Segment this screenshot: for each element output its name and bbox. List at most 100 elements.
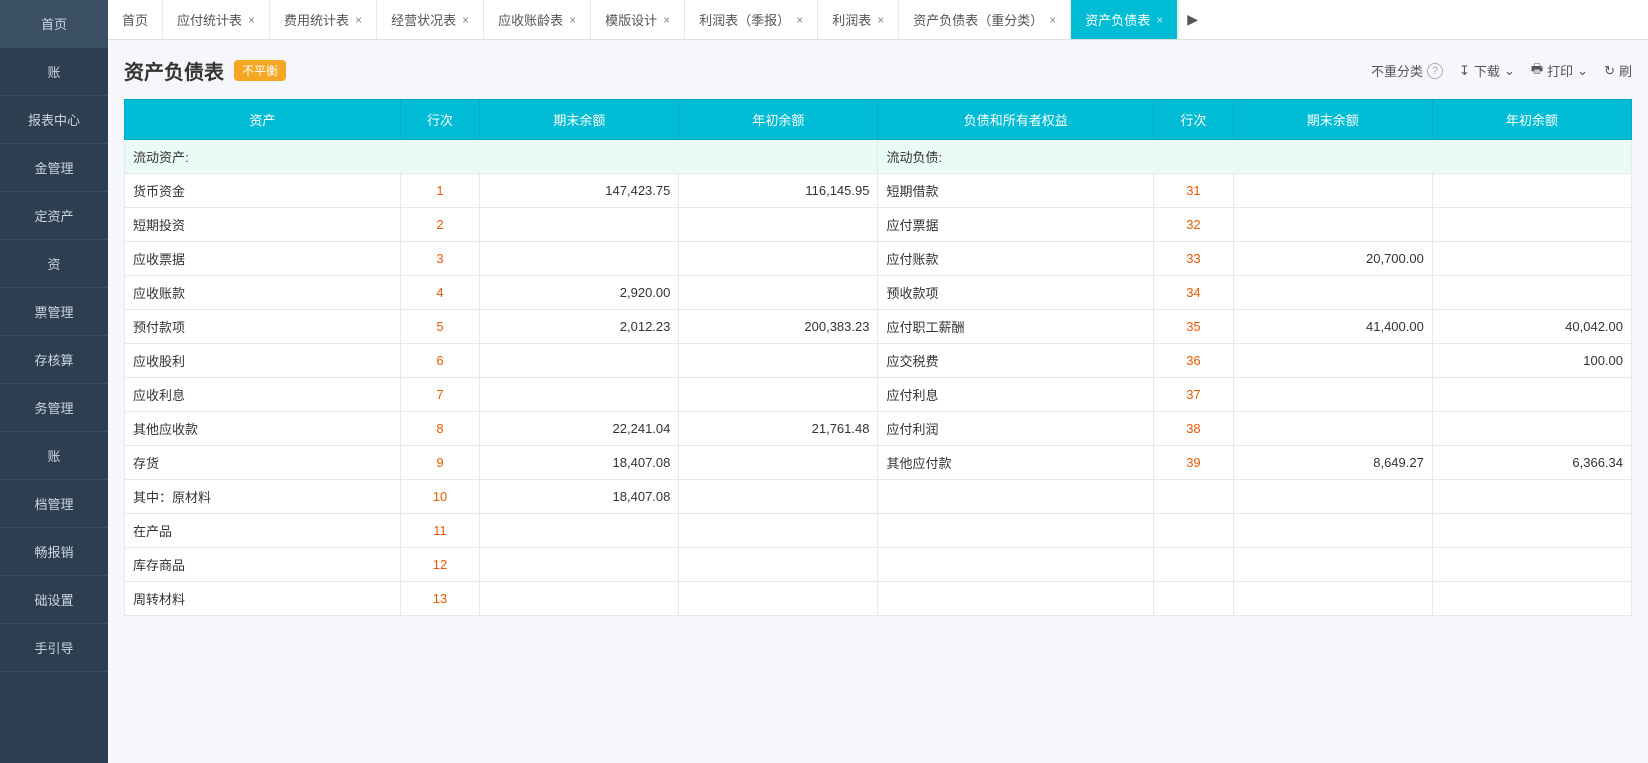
year-begin2: 100.00 xyxy=(1432,344,1631,378)
row-num: 5 xyxy=(400,310,480,344)
table-row: 在产品 11 xyxy=(125,514,1632,548)
period-end: 2,920.00 xyxy=(480,276,679,310)
period-end xyxy=(480,582,679,616)
period-end: 18,407.08 xyxy=(480,480,679,514)
sidebar-item-settings[interactable]: 础设置 xyxy=(0,576,108,624)
period-end2 xyxy=(1233,208,1432,242)
year-begin2 xyxy=(1432,412,1631,446)
sidebar-item-expense[interactable]: 畅报销 xyxy=(0,528,108,576)
sidebar-item-fixed-assets[interactable]: 定资产 xyxy=(0,192,108,240)
close-tab-profit-quarterly[interactable]: × xyxy=(796,13,803,27)
asset-label: 应收账款 xyxy=(125,276,401,310)
liability-label: 其他应付款 xyxy=(878,446,1154,480)
sidebar-item-tax[interactable]: 务管理 xyxy=(0,384,108,432)
print-icon: 🖶 xyxy=(1531,60,1543,82)
tab-home[interactable]: 首页 xyxy=(108,0,163,39)
download-chevron-icon: ⌄ xyxy=(1504,63,1515,79)
year-begin xyxy=(679,242,878,276)
asset-label: 存货 xyxy=(125,446,401,480)
table-row: 存货 9 18,407.08 其他应付款 39 8,649.27 6,366.3… xyxy=(125,446,1632,480)
row-num2: 37 xyxy=(1154,378,1234,412)
tab-template-design[interactable]: 模版设计× xyxy=(591,0,685,39)
row-num2: 34 xyxy=(1154,276,1234,310)
sidebar-item-guide[interactable]: 手引导 xyxy=(0,624,108,672)
sidebar-item-account[interactable]: 账 xyxy=(0,432,108,480)
tab-balance-reclassified[interactable]: 资产负债表（重分类）× xyxy=(899,0,1071,39)
row-num: 10 xyxy=(400,480,480,514)
sidebar-item-fund[interactable]: 金管理 xyxy=(0,144,108,192)
period-end xyxy=(480,208,679,242)
sidebar-item-inventory[interactable]: 存核算 xyxy=(0,336,108,384)
content-area: 资产负债表 不平衡 不重分类 ? ↧ 下载 ⌄ 🖶 打印 ⌄ xyxy=(108,40,1648,763)
year-begin2 xyxy=(1432,174,1631,208)
table-row: 应收账款 4 2,920.00 预收款项 34 xyxy=(125,276,1632,310)
close-tab-profit[interactable]: × xyxy=(877,13,884,27)
period-end2 xyxy=(1233,480,1432,514)
asset-label: 货币资金 xyxy=(125,174,401,208)
row-num: 13 xyxy=(400,582,480,616)
non-classify-help-icon[interactable]: ? xyxy=(1427,63,1443,79)
asset-label: 周转材料 xyxy=(125,582,401,616)
liability-label: 应付账款 xyxy=(878,242,1154,276)
table-row: 其中：原材料 10 18,407.08 xyxy=(125,480,1632,514)
row-num2: 31 xyxy=(1154,174,1234,208)
row-num2: 36 xyxy=(1154,344,1234,378)
liability-label: 预收款项 xyxy=(878,276,1154,310)
table-section-row: 流动资产: 流动负债: xyxy=(125,140,1632,174)
period-end xyxy=(480,344,679,378)
asset-label: 应收股利 xyxy=(125,344,401,378)
tab-scroll-right[interactable]: ▶ xyxy=(1178,0,1206,39)
tab-expense-stats[interactable]: 费用统计表× xyxy=(270,0,377,39)
row-num: 2 xyxy=(400,208,480,242)
row-num2 xyxy=(1154,548,1234,582)
sidebar: 首页 账 报表中心 金管理 定资产 资 票管理 存核算 务管理 账 档管理 畅报… xyxy=(0,0,108,763)
close-tab-payable-stats[interactable]: × xyxy=(248,13,255,27)
period-end xyxy=(480,514,679,548)
year-begin2 xyxy=(1432,378,1631,412)
tab-balance[interactable]: 资产负债表× xyxy=(1071,0,1178,39)
sidebar-item-archive[interactable]: 档管理 xyxy=(0,480,108,528)
asset-label: 在产品 xyxy=(125,514,401,548)
row-num: 1 xyxy=(400,174,480,208)
tab-profit[interactable]: 利润表× xyxy=(818,0,899,39)
sidebar-item-report-center[interactable]: 报表中心 xyxy=(0,96,108,144)
sidebar-item-home[interactable]: 首页 xyxy=(0,0,108,48)
download-button[interactable]: ↧ 下载 ⌄ xyxy=(1459,61,1515,80)
close-tab-template-design[interactable]: × xyxy=(663,13,670,27)
sidebar-item-bills[interactable]: 票管理 xyxy=(0,288,108,336)
close-tab-expense-stats[interactable]: × xyxy=(355,13,362,27)
main-area: 首页 应付统计表× 费用统计表× 经营状况表× 应收账龄表× 模版设计× 利润表… xyxy=(108,0,1648,763)
liability-label: 应付职工薪酬 xyxy=(878,310,1154,344)
th-year-begin: 年初余额 xyxy=(679,100,878,140)
non-classify-toggle[interactable]: 不重分类 ? xyxy=(1371,61,1443,80)
th-row-num2: 行次 xyxy=(1154,100,1234,140)
close-tab-balance-reclassified[interactable]: × xyxy=(1049,13,1056,27)
asset-label: 应收利息 xyxy=(125,378,401,412)
period-end: 147,423.75 xyxy=(480,174,679,208)
tab-receivable-aging[interactable]: 应收账龄表× xyxy=(484,0,591,39)
year-begin xyxy=(679,446,878,480)
print-button[interactable]: 🖶 打印 ⌄ xyxy=(1531,60,1588,82)
th-row-num: 行次 xyxy=(400,100,480,140)
period-end xyxy=(480,242,679,276)
close-tab-operations[interactable]: × xyxy=(462,13,469,27)
tab-payable-stats[interactable]: 应付统计表× xyxy=(163,0,270,39)
year-begin xyxy=(679,276,878,310)
refresh-button[interactable]: ↻ 刷 xyxy=(1604,61,1632,80)
sidebar-item-investment[interactable]: 资 xyxy=(0,240,108,288)
asset-label: 其中：原材料 xyxy=(125,480,401,514)
liability-label: 应付票据 xyxy=(878,208,1154,242)
sidebar-item-ledger[interactable]: 账 xyxy=(0,48,108,96)
row-num2 xyxy=(1154,480,1234,514)
tab-profit-quarterly[interactable]: 利润表（季报）× xyxy=(685,0,818,39)
refresh-icon: ↻ xyxy=(1604,63,1615,79)
close-tab-receivable-aging[interactable]: × xyxy=(569,13,576,27)
row-num: 12 xyxy=(400,548,480,582)
tab-operations[interactable]: 经营状况表× xyxy=(377,0,484,39)
row-num: 3 xyxy=(400,242,480,276)
th-asset: 资产 xyxy=(125,100,401,140)
row-num: 6 xyxy=(400,344,480,378)
year-begin2 xyxy=(1432,548,1631,582)
th-period-end2: 期末余额 xyxy=(1233,100,1432,140)
close-tab-balance[interactable]: × xyxy=(1156,13,1163,27)
